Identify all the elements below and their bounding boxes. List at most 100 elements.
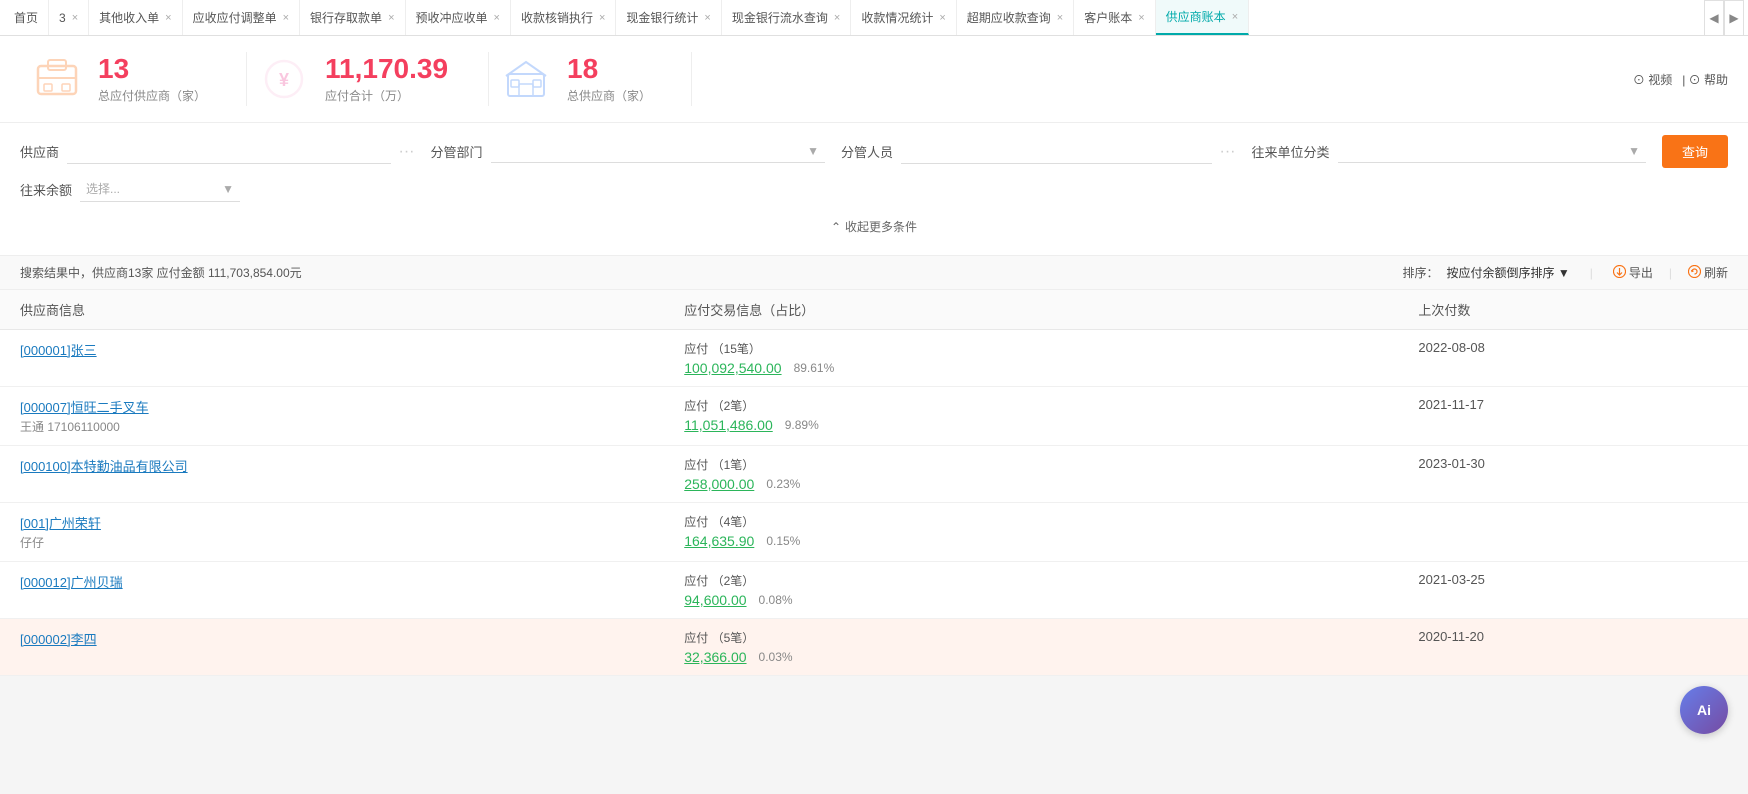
total-supplier-count: 18 (567, 54, 651, 85)
supplier-cell-0: [000001]张三 (0, 330, 664, 387)
transaction-count-1: 应付 （2笔） (684, 397, 1378, 414)
svg-text:¥: ¥ (279, 70, 289, 90)
table-row: [000002]李四 应付 （5笔） 32,366.00 0.03% 2020-11-2… (0, 619, 1748, 676)
nav-arrow-right[interactable]: ▶ (1724, 0, 1744, 36)
supplier-icon (30, 52, 84, 106)
supplier-link-2[interactable]: [000100]本特勤油品有限公司 (20, 459, 188, 474)
transaction-cell-5: 应付 （5笔） 32,366.00 0.03% (664, 619, 1398, 676)
close-tab-cash-bank-flow[interactable]: × (834, 12, 840, 24)
last-payment-date-5: 2020-11-20 (1418, 629, 1484, 644)
nav-tab-bank-deposit[interactable]: 银行存取款单 × (300, 0, 405, 35)
query-button[interactable]: 查询 (1662, 135, 1728, 168)
transaction-percent-5: 0.03% (759, 650, 793, 664)
person-filter-label: 分管人员 (841, 142, 893, 161)
last-payment-cell-2: 2023-01-30 (1398, 446, 1748, 503)
close-tab-3[interactable]: × (72, 12, 78, 24)
sort-value[interactable]: 按应付余额倒序排序 ▼ (1447, 264, 1570, 281)
table-row: [000012]广州贝瑞应付 （2笔）94,600.000.08%2021-03… (0, 562, 1748, 619)
supplier-link-5[interactable]: [000002]李四 (20, 632, 97, 647)
filter-person: 分管人员 ··· (841, 140, 1236, 164)
ai-button[interactable]: Ai (1680, 686, 1728, 734)
transaction-amount-4[interactable]: 94,600.00 (684, 592, 746, 608)
table-row: [000001]张三 应付 （15笔） 100,092,540.00 89.61% 20… (0, 330, 1748, 387)
collapse-row: ⌃ 收起更多条件 (20, 210, 1728, 243)
close-tab-receipt-verify[interactable]: × (599, 12, 605, 24)
collapse-up-icon: ⌃ (831, 220, 841, 234)
supplier-link-1[interactable]: [000007]恒旺二手叉车 (20, 400, 149, 415)
nav-tab-customer-ledger[interactable]: 客户账本 × (1074, 0, 1155, 35)
transaction-amount-0[interactable]: 100,092,540.00 (684, 360, 781, 376)
nav-scroll-arrows: ◀ ▶ (1704, 0, 1744, 36)
unit-type-filter-select[interactable]: ▼ (1338, 140, 1646, 163)
transaction-percent-3: 0.15% (766, 534, 800, 548)
refresh-button[interactable]: 刷新 (1688, 264, 1728, 281)
transaction-count-0: 应付 （15笔） (684, 340, 1378, 357)
close-tab-overdue-ar[interactable]: × (1057, 12, 1063, 24)
dept-filter-label: 分管部门 (431, 142, 483, 161)
export-button[interactable]: 导出 (1613, 264, 1653, 281)
nav-tab-other-income[interactable]: 其他收入单 × (89, 0, 182, 35)
supplier-sub-3: 仔仔 (20, 534, 644, 551)
supplier-sub-1: 王通 17106110000 (20, 418, 644, 435)
transaction-cell-3: 应付 （4笔）164,635.900.15% (664, 503, 1398, 562)
last-payment-cell-0: 2022-08-08 (1398, 330, 1748, 387)
close-tab-cash-bank-stat[interactable]: × (704, 12, 710, 24)
transaction-count-5: 应付 （5笔） (684, 629, 1378, 646)
close-tab-customer-ledger[interactable]: × (1138, 12, 1144, 24)
video-link[interactable]: ⊙ 视频 (1633, 71, 1672, 88)
transaction-percent-1: 9.89% (785, 418, 819, 432)
transaction-percent-0: 89.61% (794, 361, 835, 375)
nav-arrow-left[interactable]: ◀ (1704, 0, 1724, 36)
dept-filter-select[interactable]: ▼ (491, 140, 825, 163)
person-filter-dots[interactable]: ··· (1220, 143, 1236, 161)
nav-tab-3[interactable]: 3 × (49, 0, 89, 35)
nav-tab-home[interactable]: 首页 (4, 0, 49, 35)
supplier-cell-3: [001]广州荣轩仔仔 (0, 503, 664, 562)
supplier-filter-dots[interactable]: ··· (399, 143, 415, 161)
nav-tab-ar-ap-adjust[interactable]: 应收应付调整单 × (183, 0, 300, 35)
close-tab-bank-deposit[interactable]: × (388, 12, 394, 24)
transaction-amount-3[interactable]: 164,635.90 (684, 533, 754, 549)
close-tab-prepay-offset[interactable]: × (494, 12, 500, 24)
transaction-count-2: 应付 （1笔） (684, 456, 1378, 473)
help-link[interactable]: | ⊙ 帮助 (1682, 71, 1728, 88)
transaction-cell-0: 应付 （15笔） 100,092,540.00 89.61% (664, 330, 1398, 387)
supplier-link-4[interactable]: [000012]广州贝瑞 (20, 575, 123, 590)
transaction-amount-2[interactable]: 258,000.00 (684, 476, 754, 492)
filter-balance: 往来余额 选择... ▼ (20, 176, 240, 202)
transaction-amount-5[interactable]: 32,366.00 (684, 649, 746, 665)
nav-tab-cash-bank-flow[interactable]: 现金银行流水查询 × (722, 0, 851, 35)
transaction-amount-1[interactable]: 11,051,486.00 (684, 417, 773, 433)
table-header: 供应商信息 应付交易信息（占比） 上次付数 (0, 290, 1748, 330)
nav-tab-prepay-offset[interactable]: 预收冲应收单 × (406, 0, 511, 35)
nav-tab-receipt-stat[interactable]: 收款情况统计 × (851, 0, 956, 35)
supplier-link-0[interactable]: [000001]张三 (20, 343, 97, 358)
close-tab-receipt-stat[interactable]: × (939, 12, 945, 24)
person-filter-input[interactable] (901, 140, 1212, 164)
currency-icon: ¥ (257, 52, 311, 106)
supplier-link-3[interactable]: [001]广州荣轩 (20, 516, 101, 531)
balance-filter-label: 往来余额 (20, 180, 72, 199)
collapse-button[interactable]: ⌃ 收起更多条件 (815, 214, 933, 239)
nav-tab-supplier-ledger[interactable]: 供应商账本 × (1156, 0, 1249, 35)
close-tab-other-income[interactable]: × (165, 12, 171, 24)
refresh-icon (1688, 265, 1701, 281)
close-tab-supplier-ledger[interactable]: × (1232, 11, 1238, 23)
filter-row-1: 供应商 ··· 分管部门 ▼ 分管人员 ··· 往来单位分类 ▼ 查询 (20, 135, 1728, 168)
nav-tab-cash-bank-stat[interactable]: 现金银行统计 × (616, 0, 721, 35)
transaction-count-4: 应付 （2笔） (684, 572, 1378, 589)
table-row: [000007]恒旺二手叉车王通 17106110000 应付 （2笔） 11,05… (0, 387, 1748, 446)
table-row: [000100]本特勤油品有限公司应付 （1笔）258,000.000.23%2… (0, 446, 1748, 503)
balance-filter-select[interactable]: 选择... ▼ (80, 176, 240, 202)
last-payment-cell-4: 2021-03-25 (1398, 562, 1748, 619)
filter-dept: 分管部门 ▼ (431, 140, 826, 163)
last-payment-date-1: 2021-11-17 (1418, 397, 1484, 412)
nav-tab-overdue-ar[interactable]: 超期应收款查询 × (957, 0, 1074, 35)
balance-dropdown-arrow: ▼ (222, 182, 234, 196)
close-tab-ar-ap-adjust[interactable]: × (283, 12, 289, 24)
export-icon (1613, 265, 1626, 281)
nav-tab-receipt-verify[interactable]: 收款核销执行 × (511, 0, 616, 35)
supplier-filter-input[interactable] (67, 140, 391, 164)
transaction-cell-4: 应付 （2笔）94,600.000.08% (664, 562, 1398, 619)
supplier-table-wrap: 供应商信息 应付交易信息（占比） 上次付数 [000001]张三 应付 （15笔）… (0, 290, 1748, 676)
